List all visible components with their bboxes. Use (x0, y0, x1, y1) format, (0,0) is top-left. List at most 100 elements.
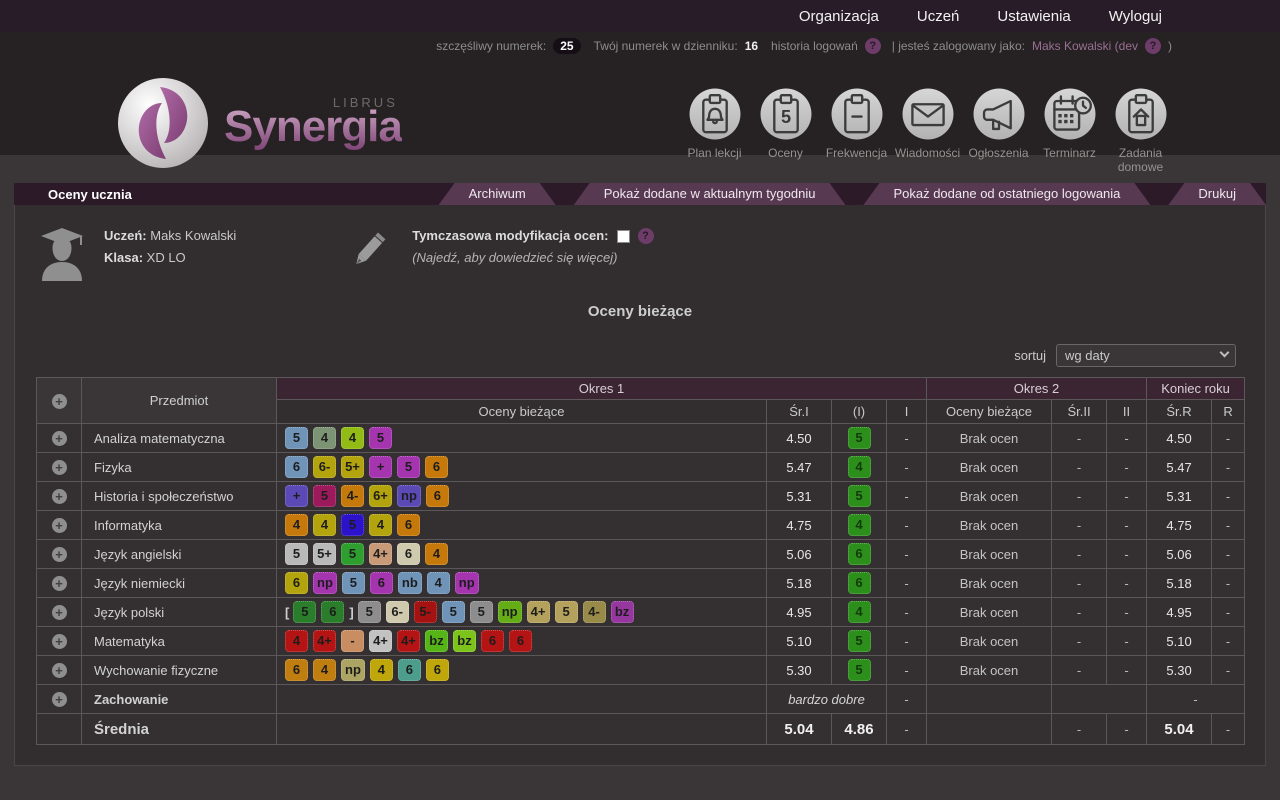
top-menu-item-uczeń[interactable]: Uczeń (917, 8, 960, 25)
grade-badge[interactable]: + (285, 485, 308, 507)
grade-badge[interactable]: 4- (582, 601, 606, 623)
grade-badge[interactable]: 4 (369, 659, 393, 681)
panel-tab-3[interactable]: Drukuj (1168, 183, 1266, 205)
panel-tab-0[interactable]: Archiwum (439, 183, 556, 205)
grade-badge[interactable]: 5 (313, 485, 336, 507)
semester-grade-badge[interactable]: 6 (847, 543, 871, 565)
grade-badge[interactable]: 6 (425, 485, 449, 507)
grade-badge[interactable]: 6 (321, 601, 345, 623)
expand-row-button[interactable]: + (51, 634, 67, 650)
grade-badge[interactable]: 4 (285, 514, 308, 536)
nav-item-frekwencja[interactable]: Frekwencja (821, 88, 892, 174)
expand-row-button[interactable]: + (51, 576, 67, 592)
grade-badge[interactable]: 5 (293, 601, 317, 623)
grade-badge[interactable]: 6+ (369, 485, 392, 507)
panel-tab-1[interactable]: Pokaż dodane w aktualnym tygodniu (574, 183, 846, 205)
semester-grade-badge[interactable]: 4 (847, 514, 871, 536)
expand-row-button[interactable]: + (51, 518, 67, 534)
grade-badge[interactable]: 4+ (369, 543, 392, 565)
grade-badge[interactable]: 4 (341, 427, 364, 449)
grade-badge[interactable]: 4 (369, 514, 392, 536)
expand-row-button[interactable]: + (51, 547, 67, 563)
expand-row-button[interactable]: + (51, 663, 67, 679)
grade-badge[interactable]: 4 (425, 543, 448, 565)
login-history-link[interactable]: historia logowań (771, 39, 858, 53)
grade-badge[interactable]: 4 (313, 427, 336, 449)
semester-grade-badge[interactable]: 6 (847, 572, 871, 594)
help-icon[interactable]: ? (1145, 38, 1161, 54)
grade-badge[interactable]: 5 (341, 543, 364, 565)
nav-item-zadania-domowe[interactable]: Zadania domowe (1105, 88, 1176, 174)
grade-badge[interactable]: 6- (385, 601, 409, 623)
grade-badge[interactable]: bz (425, 630, 448, 652)
grade-badge[interactable]: np (497, 601, 522, 623)
sort-select[interactable]: wg daty (1056, 344, 1236, 367)
grade-badge[interactable]: bz (610, 601, 634, 623)
grade-badge[interactable]: 4- (341, 485, 364, 507)
semester-grade-badge[interactable]: 4 (847, 601, 871, 623)
grade-badge[interactable]: 5 (341, 572, 365, 594)
grade-badge[interactable]: 6 (397, 514, 420, 536)
grade-badge[interactable]: 4 (313, 514, 336, 536)
grade-badge[interactable]: 6 (397, 659, 421, 681)
top-menu-item-wyloguj[interactable]: Wyloguj (1109, 8, 1162, 25)
logged-user-link[interactable]: Maks Kowalski (dev (1032, 39, 1138, 53)
app-logo[interactable]: LIBRUS Synergia (116, 76, 403, 170)
semester-grade-badge[interactable]: 5 (847, 630, 871, 652)
grade-badge[interactable]: 4 (426, 572, 450, 594)
semester-grade-badge[interactable]: 5 (847, 427, 871, 449)
grade-badge[interactable]: np (313, 572, 337, 594)
expand-row-button[interactable]: + (51, 431, 67, 447)
nav-item-wiadomosci[interactable]: Wiadomości (892, 88, 963, 174)
grade-badge[interactable]: 6 (369, 572, 393, 594)
nav-item-plan-lekcji[interactable]: Plan lekcji (679, 88, 750, 174)
grade-badge[interactable]: 4 (285, 630, 308, 652)
grade-badge[interactable]: 4+ (313, 630, 336, 652)
grade-badge[interactable]: np (341, 659, 365, 681)
grade-badge[interactable]: 6 (425, 659, 449, 681)
grade-badge[interactable]: 6 (285, 572, 308, 594)
expand-all-button[interactable]: + (51, 393, 67, 409)
top-menu-item-ustawienia[interactable]: Ustawienia (997, 8, 1070, 25)
grade-badge[interactable]: 6 (509, 630, 532, 652)
grade-badge[interactable]: 5 (341, 514, 364, 536)
grade-badge[interactable]: 6 (285, 456, 308, 478)
grade-badge[interactable]: 4+ (526, 601, 550, 623)
grade-badge[interactable]: 5+ (341, 456, 364, 478)
grade-badge[interactable]: 5 (285, 543, 308, 565)
help-icon[interactable]: ? (864, 38, 881, 54)
grade-badge[interactable]: 6 (481, 630, 504, 652)
expand-row-button[interactable]: + (51, 460, 67, 476)
expand-row-button[interactable]: + (51, 489, 67, 505)
semester-grade-badge[interactable]: 5 (847, 485, 871, 507)
grade-badge[interactable]: 5 (285, 427, 308, 449)
grade-badge[interactable]: + (369, 456, 392, 478)
help-icon[interactable]: ? (637, 228, 654, 244)
expand-row-button[interactable]: + (51, 605, 67, 621)
grade-badge[interactable]: - (341, 630, 364, 652)
grade-badge[interactable]: 5 (397, 456, 420, 478)
grade-badge[interactable]: 5 (369, 427, 392, 449)
nav-item-terminarz[interactable]: Terminarz (1034, 88, 1105, 174)
grade-badge[interactable]: 5 (469, 601, 493, 623)
grade-badge[interactable]: np (397, 485, 421, 507)
temp-modification-checkbox[interactable] (616, 229, 630, 243)
grade-badge[interactable]: 4+ (397, 630, 420, 652)
grade-badge[interactable]: 6- (313, 456, 336, 478)
grade-badge[interactable]: 5+ (313, 543, 336, 565)
nav-item-ogloszenia[interactable]: Ogłoszenia (963, 88, 1034, 174)
grade-badge[interactable]: 5- (413, 601, 437, 623)
grade-badge[interactable]: 6 (425, 456, 448, 478)
semester-grade-badge[interactable]: 5 (847, 659, 871, 681)
grade-badge[interactable]: bz (453, 630, 476, 652)
semester-grade-badge[interactable]: 4 (847, 456, 871, 478)
grade-badge[interactable]: 5 (554, 601, 578, 623)
grade-badge[interactable]: 5 (441, 601, 465, 623)
grade-badge[interactable]: np (454, 572, 479, 594)
nav-item-oceny[interactable]: 5 Oceny (750, 88, 821, 174)
grade-badge[interactable]: 6 (285, 659, 308, 681)
top-menu-item-organizacja[interactable]: Organizacja (799, 8, 879, 25)
panel-tab-2[interactable]: Pokaż dodane od ostatniego logowania (863, 183, 1150, 205)
grade-badge[interactable]: 4 (313, 659, 336, 681)
grade-badge[interactable]: nb (397, 572, 422, 594)
